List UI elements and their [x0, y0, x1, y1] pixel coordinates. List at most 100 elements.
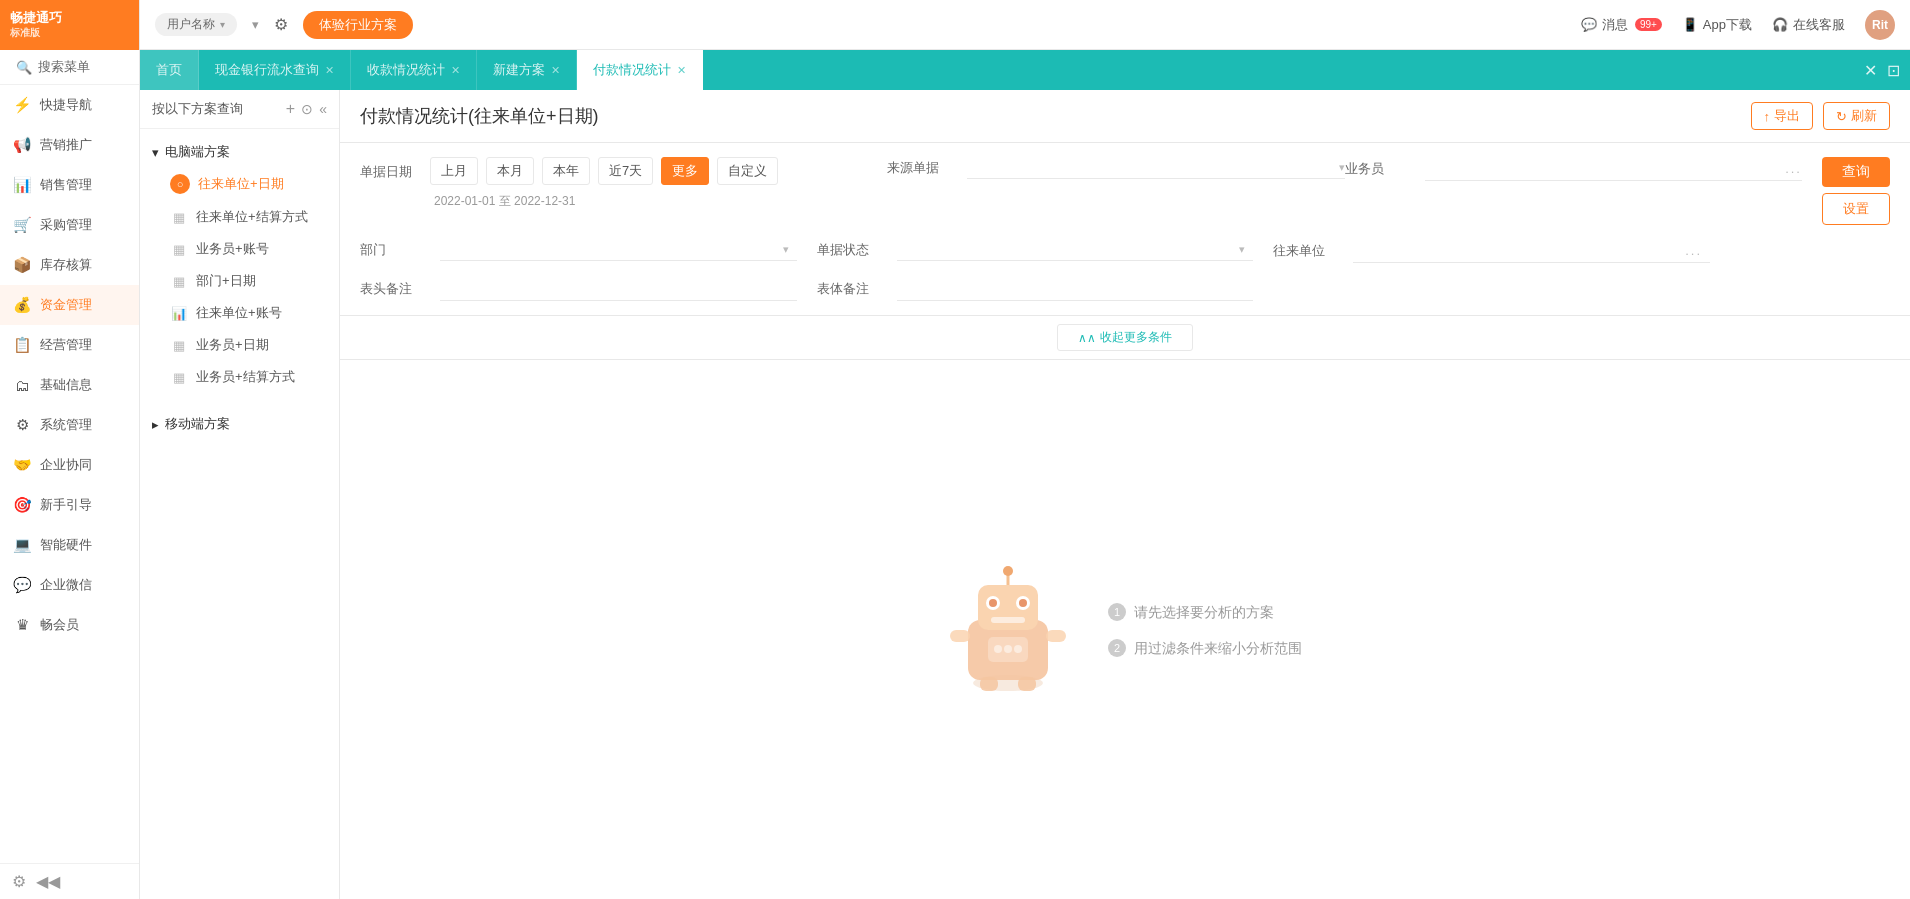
topbar-dropdown-icon[interactable]: ▾ — [252, 17, 259, 32]
online-service-item[interactable]: 🎧 在线客服 — [1772, 16, 1845, 34]
filter-row-2: 部门 ▾ 单据状态 ▾ — [360, 239, 1890, 263]
svg-rect-7 — [991, 617, 1025, 623]
dept-filter: 部门 ▾ — [360, 239, 797, 261]
last-month-btn[interactable]: 上月 — [430, 157, 478, 185]
tab-payment-stats[interactable]: 付款情况统计 ✕ — [577, 50, 703, 90]
scheme-item-label: 业务员+结算方式 — [196, 368, 295, 386]
refresh-button[interactable]: ↻ 刷新 — [1823, 102, 1890, 130]
trial-button[interactable]: 体验行业方案 — [303, 11, 413, 39]
pc-group-arrow: ▾ — [152, 145, 159, 160]
scheme-item-label: 往来单位+结算方式 — [196, 208, 308, 226]
messages-item[interactable]: 💬 消息 99+ — [1581, 16, 1662, 34]
pc-group-label: 电脑端方案 — [165, 143, 230, 161]
user-avatar[interactable]: Rit — [1865, 10, 1895, 40]
scheme-icon: ▦ — [170, 208, 188, 226]
sidebar-item-label: 新手引导 — [40, 496, 92, 514]
collapse-more-button[interactable]: ∧∧ 收起更多条件 — [1057, 324, 1193, 351]
sidebar-item-weixin[interactable]: 💬 企业微信 — [0, 565, 139, 605]
sidebar-item-purchase[interactable]: 🛒 采购管理 — [0, 205, 139, 245]
sidebar-item-enterprise[interactable]: 🤝 企业协同 — [0, 445, 139, 485]
main-area: 用户名称 ▾ ▾ ⚙ 体验行业方案 💬 消息 99+ 📱 App下载 🎧 在线客… — [140, 0, 1910, 899]
headset-icon: 🎧 — [1772, 17, 1788, 32]
sidebar-collapse-icon[interactable]: ◀◀ — [36, 872, 60, 891]
this-year-btn[interactable]: 本年 — [542, 157, 590, 185]
custom-btn[interactable]: 自定义 — [717, 157, 778, 185]
this-month-btn[interactable]: 本月 — [486, 157, 534, 185]
mobile-scheme-group[interactable]: ▸ 移动端方案 — [140, 409, 339, 439]
tab-bank-flow[interactable]: 现金银行流水查询 ✕ — [199, 50, 351, 90]
scheme-item-staff-payment[interactable]: ▦ 业务员+结算方式 — [140, 361, 339, 393]
query-button[interactable]: 查询 — [1822, 157, 1890, 187]
app-download-item[interactable]: 📱 App下载 — [1682, 16, 1752, 34]
scheme-item-unit-date[interactable]: ○ 往来单位+日期 — [140, 167, 339, 201]
dept-label: 部门 — [360, 241, 430, 259]
source-select[interactable]: ▾ — [967, 157, 1344, 179]
export-button[interactable]: ↑ 导出 — [1751, 102, 1814, 130]
message-badge: 99+ — [1635, 18, 1662, 31]
collapse-panel-icon[interactable]: « — [319, 101, 327, 117]
user-selector[interactable]: 用户名称 ▾ — [155, 13, 237, 36]
sidebar-item-label: 智能硬件 — [40, 536, 92, 554]
export-icon: ↑ — [1764, 109, 1771, 124]
last-7days-btn[interactable]: 近7天 — [598, 157, 653, 185]
search-menu[interactable]: 🔍 搜索菜单 — [0, 50, 139, 85]
sidebar-logo: 畅捷通巧 标准版 — [0, 0, 139, 50]
tab-close-bank-flow[interactable]: ✕ — [325, 64, 334, 77]
sidebar-item-finance[interactable]: 💰 资金管理 — [0, 285, 139, 325]
body-note-filter: 表体备注 — [817, 277, 1254, 301]
sidebar-item-quick-nav[interactable]: ⚡ 快捷导航 — [0, 85, 139, 125]
sidebar-item-guide[interactable]: 🎯 新手引导 — [0, 485, 139, 525]
sidebar-item-system[interactable]: ⚙ 系统管理 — [0, 405, 139, 445]
scheme-icon: ▦ — [170, 272, 188, 290]
add-scheme-icon[interactable]: + — [286, 100, 295, 118]
topbar-right: 💬 消息 99+ 📱 App下载 🎧 在线客服 Rit — [1581, 10, 1895, 40]
robot-illustration — [948, 570, 1068, 690]
sidebar-item-marketing[interactable]: 📢 营销推广 — [0, 125, 139, 165]
date-range-display: 2022-01-01 至 2022-12-31 — [434, 193, 575, 210]
sidebar-item-basic[interactable]: 🗂 基础信息 — [0, 365, 139, 405]
scheme-item-unit-payment[interactable]: ▦ 往来单位+结算方式 — [140, 201, 339, 233]
tab-close-payment-stats[interactable]: ✕ — [677, 64, 686, 77]
partner-label: 往来单位 — [1273, 242, 1343, 260]
scheme-item-staff-date[interactable]: ▦ 业务员+日期 — [140, 329, 339, 361]
tab-close-receipt-stats[interactable]: ✕ — [451, 64, 460, 77]
query-buttons: 查询 设置 — [1822, 157, 1890, 225]
dept-select[interactable]: ▾ — [440, 239, 797, 261]
scheme-settings-icon[interactable]: ⊙ — [301, 101, 313, 117]
maximize-icon[interactable]: ⊡ — [1887, 61, 1900, 80]
partner-select[interactable]: ... — [1353, 239, 1710, 263]
scheme-item-dept-date[interactable]: ▦ 部门+日期 — [140, 265, 339, 297]
tab-receipt-stats[interactable]: 收款情况统计 ✕ — [351, 50, 477, 90]
enterprise-icon: 🤝 — [12, 455, 32, 475]
docstatus-select[interactable]: ▾ — [897, 239, 1254, 261]
mobile-icon: 📱 — [1682, 17, 1698, 32]
scheme-icon: ▦ — [170, 240, 188, 258]
scheme-icon: ▦ — [170, 368, 188, 386]
sidebar-item-label: 销售管理 — [40, 176, 92, 194]
topbar-settings-icon[interactable]: ⚙ — [274, 15, 288, 34]
sidebar-item-inventory[interactable]: 📦 库存核算 — [0, 245, 139, 285]
salesperson-select[interactable]: ... — [1425, 157, 1802, 181]
sidebar-item-hardware[interactable]: 💻 智能硬件 — [0, 525, 139, 565]
tab-close-new-scheme[interactable]: ✕ — [551, 64, 560, 77]
header-note-input[interactable] — [440, 277, 797, 301]
sidebar-item-vip[interactable]: ♛ 畅会员 — [0, 605, 139, 645]
scheme-item-staff-account[interactable]: ▦ 业务员+账号 — [140, 233, 339, 265]
pc-scheme-group[interactable]: ▾ 电脑端方案 — [140, 137, 339, 167]
sidebar-settings-icon[interactable]: ⚙ — [12, 872, 26, 891]
tab-home[interactable]: 首页 — [140, 50, 199, 90]
sidebar-item-operation[interactable]: 📋 经营管理 — [0, 325, 139, 365]
new-scheme-tab-label: 新建方案 — [493, 61, 545, 79]
scheme-header-actions: + ⊙ « — [286, 100, 327, 118]
body-note-input[interactable] — [897, 277, 1254, 301]
filter-area: 单据日期 上月 本月 本年 近7天 更多 自定义 2022-01-01 至 20… — [340, 143, 1910, 316]
page-header: 付款情况统计(往来单位+日期) ↑ 导出 ↻ 刷新 — [340, 90, 1910, 143]
tab-new-scheme[interactable]: 新建方案 ✕ — [477, 50, 577, 90]
scheme-item-unit-account[interactable]: 📊 往来单位+账号 — [140, 297, 339, 329]
svg-point-5 — [989, 599, 997, 607]
settings-button[interactable]: 设置 — [1822, 193, 1890, 225]
sidebar-item-sales[interactable]: 📊 销售管理 — [0, 165, 139, 205]
date-label: 单据日期 — [360, 157, 430, 181]
more-btn[interactable]: 更多 — [661, 157, 709, 185]
close-all-icon[interactable]: ✕ — [1864, 61, 1877, 80]
